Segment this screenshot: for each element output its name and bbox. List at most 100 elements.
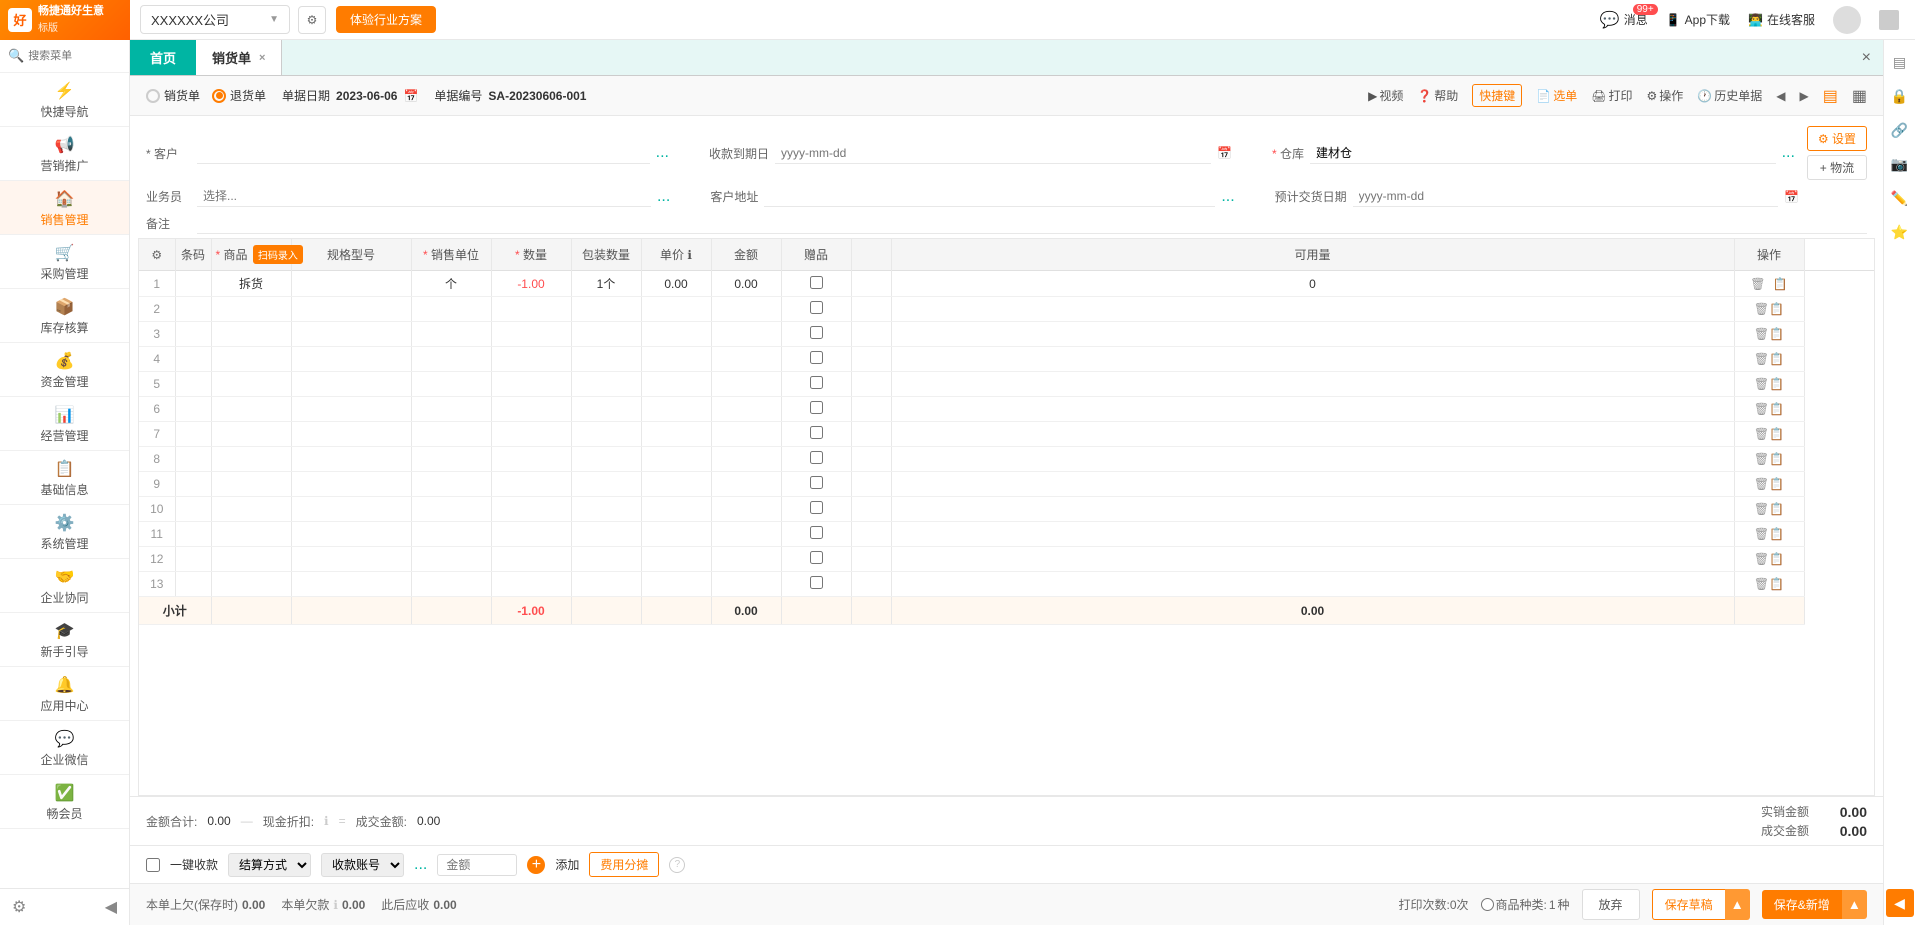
nav-next-icon[interactable]: ▶	[1800, 89, 1809, 103]
account-select[interactable]: 收款账号	[321, 853, 404, 877]
customer-input[interactable]	[197, 143, 650, 164]
salesperson-dots-btn[interactable]: ...	[657, 188, 670, 206]
user-menu-icon[interactable]	[1879, 10, 1899, 30]
trial-button[interactable]: 体验行业方案	[336, 6, 436, 33]
copy-icon-11[interactable]: 📋	[1769, 527, 1784, 541]
save-new-chevron[interactable]: ▲	[1842, 890, 1867, 919]
sidebar-item-sales[interactable]: 🏠 销售管理	[0, 181, 129, 235]
app-download-btn[interactable]: 📱 App下载	[1666, 11, 1730, 28]
gift-checkbox-13[interactable]	[810, 576, 823, 589]
sidebar-item-quick-nav[interactable]: ⚡ 快捷导航	[0, 73, 129, 127]
online-service-btn[interactable]: 👨‍💻 在线客服	[1748, 11, 1815, 28]
gift-checkbox-6[interactable]	[810, 401, 823, 414]
sidebar-settings-icon[interactable]: ⚙	[12, 897, 26, 917]
settings-icon[interactable]: ⚙	[298, 6, 326, 34]
one-click-payment-checkbox[interactable]	[146, 858, 160, 872]
gift-checkbox-7[interactable]	[810, 426, 823, 439]
right-panel-camera-icon[interactable]: 📷	[1886, 150, 1914, 178]
sidebar-item-member[interactable]: ✅ 畅会员	[0, 775, 129, 829]
settings-button[interactable]: ⚙ 设置	[1807, 126, 1867, 151]
copy-icon-6[interactable]: 📋	[1769, 402, 1784, 416]
discount-info-icon[interactable]: ℹ	[324, 814, 329, 828]
shortcut-btn[interactable]: 快捷键	[1472, 84, 1522, 107]
doc-debt-icon[interactable]: ℹ	[333, 898, 338, 912]
sidebar-search[interactable]: 🔍	[0, 40, 129, 73]
sidebar-search-input[interactable]	[28, 50, 121, 62]
account-dots-btn[interactable]: ...	[414, 856, 427, 874]
sidebar-item-apps[interactable]: 🔔 应用中心	[0, 667, 129, 721]
message-icon-group[interactable]: 💬 消息 99+	[1600, 10, 1648, 30]
delete-icon-13[interactable]: 🗑	[1754, 577, 1769, 591]
save-new-button[interactable]: 保存&新增	[1762, 890, 1842, 919]
operate-btn[interactable]: ⚙ 操作	[1647, 87, 1684, 104]
right-panel-edit-icon[interactable]: ✏️	[1886, 184, 1914, 212]
save-draft-chevron[interactable]: ▲	[1725, 889, 1750, 920]
gift-checkbox-5[interactable]	[810, 376, 823, 389]
delete-icon-11[interactable]: 🗑	[1754, 527, 1769, 541]
address-dots-btn[interactable]: ...	[1221, 188, 1234, 206]
delete-icon-9[interactable]: 🗑	[1754, 477, 1769, 491]
customer-dots-btn[interactable]: ...	[656, 144, 669, 162]
video-btn[interactable]: ▶ 视频	[1368, 87, 1403, 104]
product-cell-1[interactable]: 拆货	[211, 271, 291, 297]
payment-help-icon[interactable]: ?	[669, 857, 685, 873]
collection-cal-icon[interactable]: 📅	[1217, 146, 1232, 160]
nav-prev-icon[interactable]: ◀	[1776, 89, 1785, 103]
gift-checkbox-9[interactable]	[810, 476, 823, 489]
select-btn[interactable]: 📄 选单	[1536, 87, 1577, 104]
company-selector[interactable]: XXXXXX公司 ▼	[140, 5, 290, 34]
calc-method-select[interactable]: 结算方式	[228, 853, 311, 877]
copy-icon-1[interactable]: 📋	[1773, 277, 1788, 291]
right-panel-list-icon[interactable]: ▤	[1886, 48, 1914, 76]
sidebar-item-guide[interactable]: 🎓 新手引导	[0, 613, 129, 667]
delete-icon-4[interactable]: 🗑	[1754, 352, 1769, 366]
warehouse-dots-btn[interactable]: ...	[1782, 144, 1795, 162]
product-type-radio[interactable]	[1481, 898, 1494, 911]
right-panel-link-icon[interactable]: 🔗	[1886, 116, 1914, 144]
delete-icon-10[interactable]: 🗑	[1754, 502, 1769, 516]
radio-sales[interactable]: 销货单	[146, 87, 200, 104]
sidebar-item-inventory[interactable]: 📦 库存核算	[0, 289, 129, 343]
copy-icon-10[interactable]: 📋	[1769, 502, 1784, 516]
copy-icon-12[interactable]: 📋	[1769, 552, 1784, 566]
gift-checkbox-12[interactable]	[810, 551, 823, 564]
save-draft-button[interactable]: 保存草稿	[1652, 889, 1725, 920]
delete-icon-2[interactable]: 🗑	[1754, 302, 1769, 316]
gift-checkbox-8[interactable]	[810, 451, 823, 464]
right-panel-orange-btn[interactable]: ◀	[1886, 889, 1914, 917]
collection-date-input[interactable]	[775, 143, 1211, 164]
delete-icon-7[interactable]: 🗑	[1754, 427, 1769, 441]
gift-checkbox-2[interactable]	[810, 301, 823, 314]
delete-icon-3[interactable]: 🗑	[1754, 327, 1769, 341]
gift-checkbox-10[interactable]	[810, 501, 823, 514]
copy-icon-5[interactable]: 📋	[1769, 377, 1784, 391]
address-input[interactable]	[764, 186, 1215, 207]
sidebar-item-marketing[interactable]: 📢 营销推广	[0, 127, 129, 181]
copy-icon-4[interactable]: 📋	[1769, 352, 1784, 366]
remark-input[interactable]	[197, 213, 1867, 234]
sidebar-item-collab[interactable]: 🤝 企业协同	[0, 559, 129, 613]
delete-icon-8[interactable]: 🗑	[1754, 452, 1769, 466]
tab-sales-order[interactable]: 销货单 ×	[196, 40, 282, 75]
sidebar-item-purchase[interactable]: 🛒 采购管理	[0, 235, 129, 289]
delete-icon-5[interactable]: 🗑	[1754, 377, 1769, 391]
fee-split-btn[interactable]: 费用分摊	[589, 852, 659, 877]
delivery-input[interactable]	[1353, 186, 1778, 207]
tab-home[interactable]: 首页	[130, 40, 196, 75]
discard-button[interactable]: 放弃	[1582, 889, 1640, 920]
sidebar-item-basic-info[interactable]: 📋 基础信息	[0, 451, 129, 505]
logistics-button[interactable]: + 物流	[1807, 155, 1867, 180]
calendar-icon[interactable]: 📅	[403, 89, 418, 103]
gift-checkbox-4[interactable]	[810, 351, 823, 364]
copy-icon-3[interactable]: 📋	[1769, 327, 1784, 341]
layout-grid-icon[interactable]: ▦	[1852, 86, 1867, 106]
warehouse-input[interactable]	[1310, 143, 1776, 164]
sidebar-item-finance[interactable]: 💰 资金管理	[0, 343, 129, 397]
sidebar-item-management[interactable]: 📊 经营管理	[0, 397, 129, 451]
tab-close-icon[interactable]: ×	[259, 52, 265, 64]
add-payment-btn[interactable]: +	[527, 856, 545, 874]
right-panel-star-icon[interactable]: ⭐	[1886, 218, 1914, 246]
copy-icon-2[interactable]: 📋	[1769, 302, 1784, 316]
sidebar-collapse-icon[interactable]: ◀	[105, 897, 117, 917]
col-gear[interactable]: ⚙	[139, 239, 175, 271]
